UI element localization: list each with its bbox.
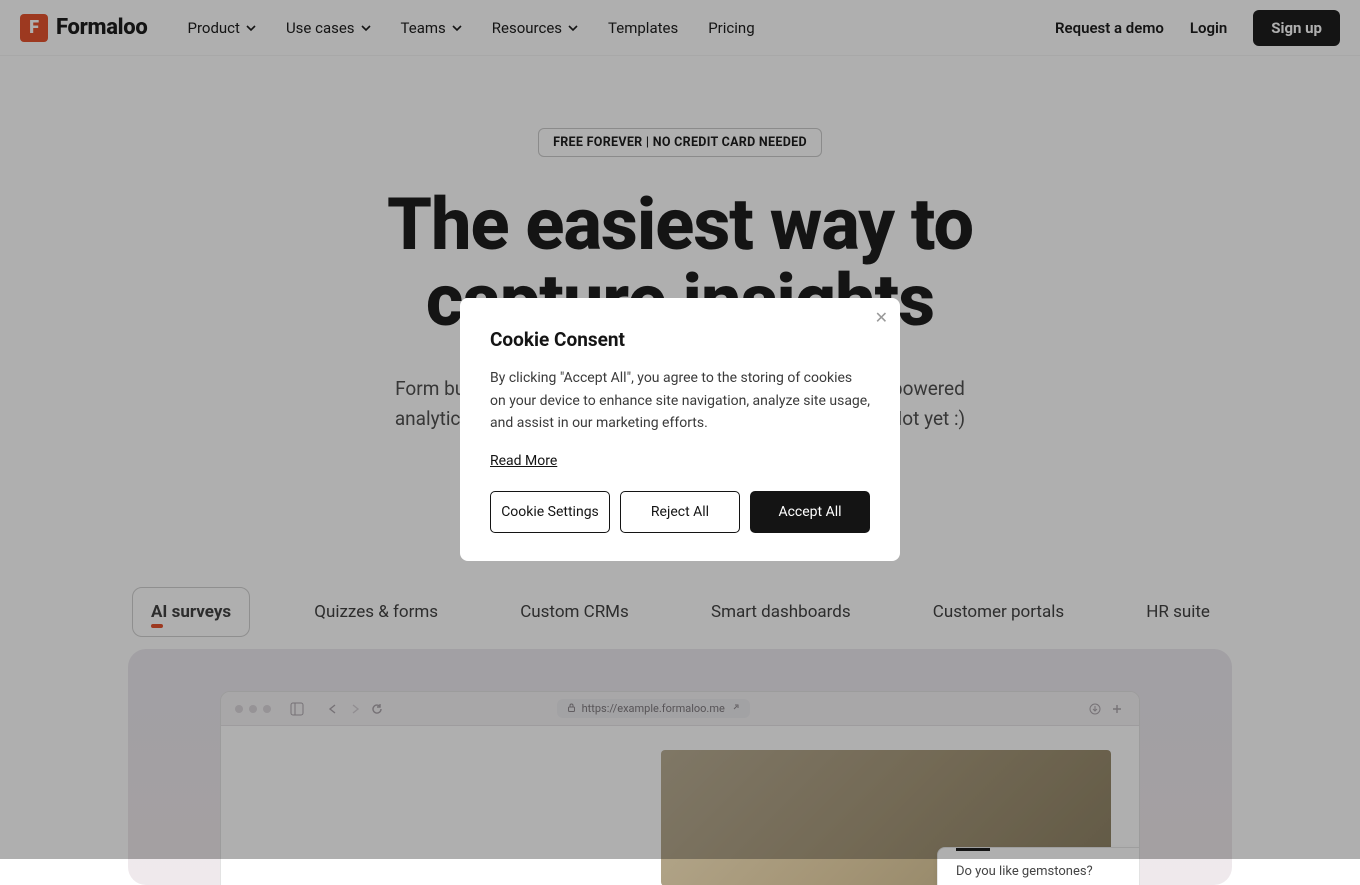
close-icon[interactable]: ✕ (875, 308, 888, 327)
cookie-buttons: Cookie Settings Reject All Accept All (490, 491, 870, 533)
accept-all-button[interactable]: Accept All (750, 491, 870, 533)
reject-all-button[interactable]: Reject All (620, 491, 740, 533)
modal-overlay: ✕ Cookie Consent By clicking "Accept All… (0, 0, 1360, 859)
cookie-body: By clicking "Accept All", you agree to t… (490, 367, 870, 434)
cookie-consent-modal: ✕ Cookie Consent By clicking "Accept All… (460, 298, 900, 560)
cookie-title: Cookie Consent (490, 328, 870, 351)
cookie-settings-button[interactable]: Cookie Settings (490, 491, 610, 533)
question-text: Do you like gemstones? (956, 864, 1140, 879)
read-more-link[interactable]: Read More (490, 453, 557, 469)
